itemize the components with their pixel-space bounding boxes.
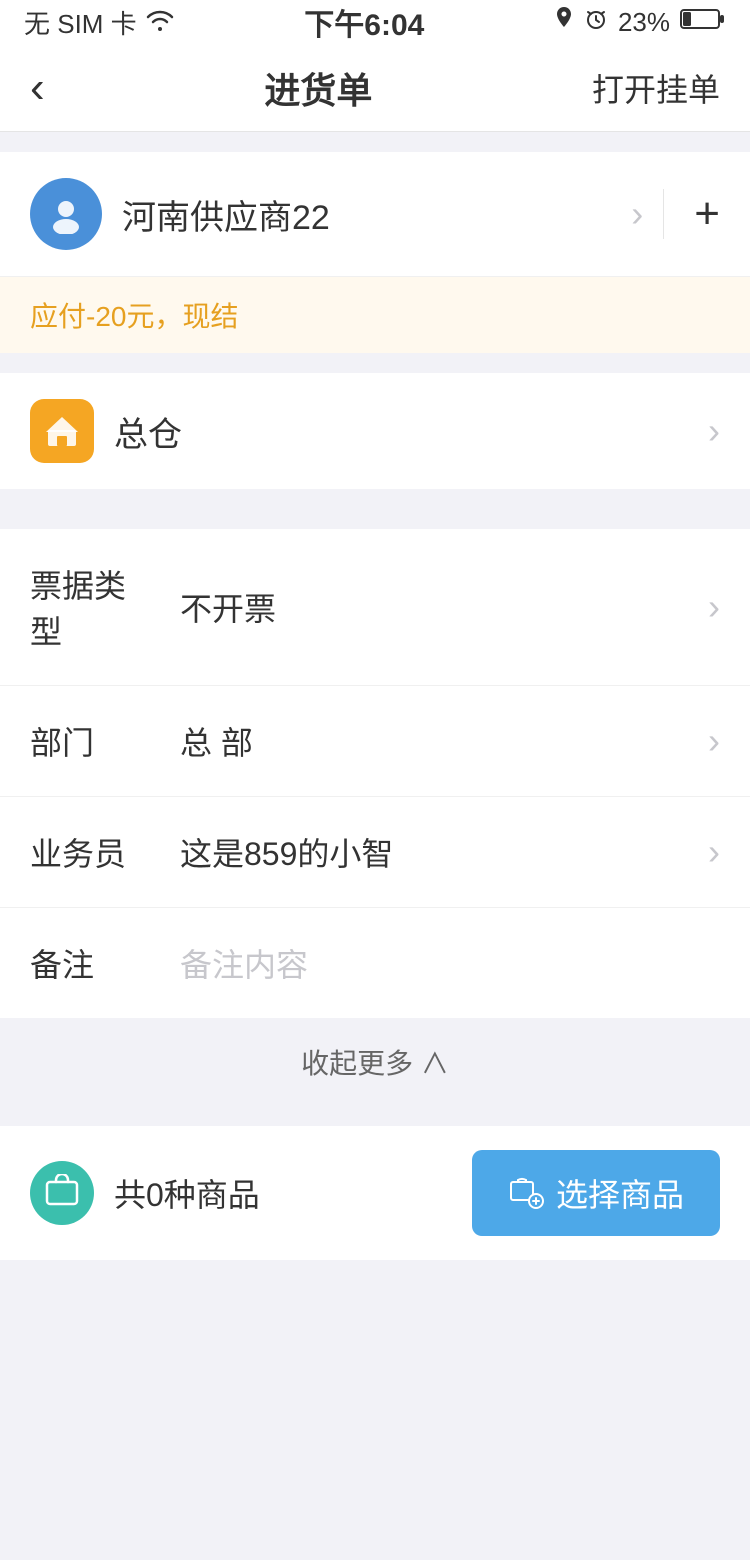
warehouse-name: 总仓 [114,407,708,456]
salesman-row[interactable]: 业务员 这是859的小智 › [0,797,750,908]
salesman-value: 这是859的小智 [180,829,708,875]
nav-bar: ‹ 进货单 打开挂单 [0,44,750,132]
battery-icon [680,7,726,38]
open-pending-button[interactable]: 打开挂单 [592,65,720,111]
select-product-button[interactable]: 选择商品 [472,1150,720,1236]
product-count-text: 共0种商品 [114,1170,472,1216]
salesman-chevron-icon: › [708,831,720,873]
carrier-text: 无 SIM 卡 [24,4,137,41]
section-gap-2 [0,353,750,373]
department-row[interactable]: 部门 总 部 › [0,686,750,797]
warehouse-card: 总仓 › [0,373,750,489]
warehouse-icon [30,399,94,463]
salesman-label: 业务员 [30,829,150,875]
supplier-chevron-icon: › [631,193,643,235]
page-background [0,1260,750,1560]
collapse-row[interactable]: 收起更多 ∧ [0,1018,750,1106]
invoice-type-label: 票据类型 [30,561,150,653]
invoice-type-value: 不开票 [180,584,708,630]
product-cart-icon [30,1161,94,1225]
nav-title: 进货单 [264,62,372,114]
invoice-type-chevron-icon: › [708,586,720,628]
status-time: 下午6:04 [304,0,424,44]
form-card: 票据类型 不开票 › 部门 总 部 › 业务员 这是859的小智 › 备注 备注… [0,529,750,1018]
alarm-icon [584,7,608,38]
warehouse-chevron-icon: › [708,410,720,452]
status-right: 23% [554,7,726,38]
department-chevron-icon: › [708,720,720,762]
remark-row[interactable]: 备注 备注内容 [0,908,750,1018]
wifi-icon [145,7,175,38]
supplier-avatar [30,178,102,250]
battery-percent: 23% [618,7,670,38]
status-left: 无 SIM 卡 [24,4,175,41]
collapse-text: 收起更多 ∧ [301,1042,449,1082]
supplier-name: 河南供应商22 [122,190,631,239]
select-btn-label: 选择商品 [556,1170,684,1216]
bottom-product-bar: 共0种商品 选择商品 [0,1126,750,1260]
alert-banner: 应付-20元，现结 [0,277,750,353]
vertical-divider [663,189,664,239]
remark-input[interactable]: 备注内容 [180,940,720,986]
supplier-card: 河南供应商22 › + 应付-20元，现结 [0,152,750,353]
remark-label: 备注 [30,940,150,986]
department-value: 总 部 [180,718,708,764]
back-button[interactable]: ‹ [30,66,45,110]
status-bar: 无 SIM 卡 下午6:04 23% [0,0,750,44]
section-gap-1 [0,132,750,152]
location-icon [554,7,574,38]
add-supplier-button[interactable]: + [694,189,720,239]
invoice-type-row[interactable]: 票据类型 不开票 › [0,529,750,686]
department-label: 部门 [30,718,150,764]
supplier-row[interactable]: 河南供应商22 › + [0,152,750,277]
alert-text: 应付-20元，现结 [30,301,238,332]
section-gap-3 [0,489,750,509]
warehouse-row[interactable]: 总仓 › [0,373,750,489]
